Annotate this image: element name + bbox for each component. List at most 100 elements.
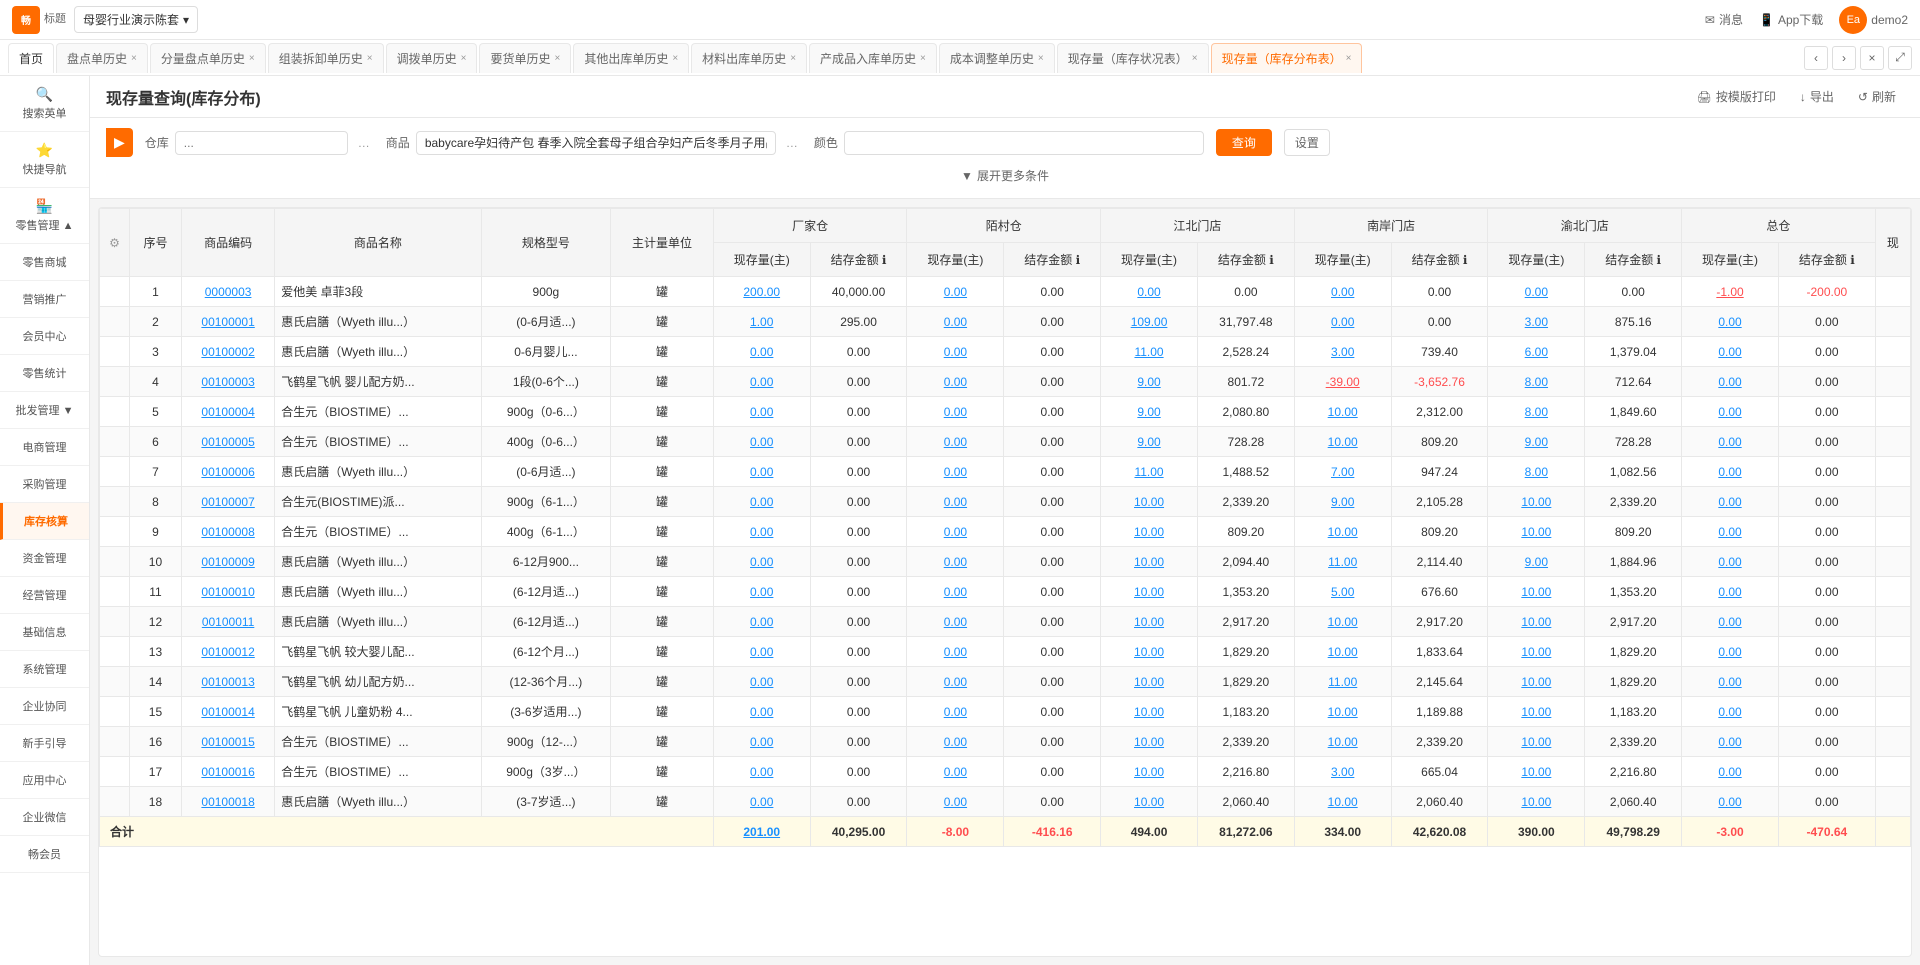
row-mucun-cur[interactable]: 0.00 (907, 457, 1004, 487)
sidebar-item-purchase[interactable]: 采购管理 (0, 466, 89, 503)
row-code[interactable]: 00100013 (181, 667, 274, 697)
tab-prev-btn[interactable]: ‹ (1804, 46, 1828, 70)
row-jiangbei-cur[interactable]: 9.00 (1101, 397, 1198, 427)
row-changjia-cur[interactable]: 0.00 (713, 367, 810, 397)
row-jiangbei-cur[interactable]: 9.00 (1101, 427, 1198, 457)
row-nanan-cur[interactable]: 10.00 (1294, 397, 1391, 427)
row-jiangbei-cur[interactable]: 10.00 (1101, 517, 1198, 547)
sidebar-item-operation[interactable]: 经营管理 (0, 577, 89, 614)
close-icon[interactable]: × (1192, 53, 1198, 64)
row-changjia-cur[interactable]: 0.00 (713, 667, 810, 697)
row-yubei-cur[interactable]: 3.00 (1488, 307, 1585, 337)
row-changjia-cur[interactable]: 0.00 (713, 517, 810, 547)
row-code[interactable]: 00100002 (181, 337, 274, 367)
tab-cost-adjust[interactable]: 成本调整单历史 × (939, 43, 1055, 73)
row-zong-cur[interactable]: 0.00 (1682, 637, 1779, 667)
print-btn[interactable]: 🖨 按模版打印 (1689, 84, 1784, 109)
row-yubei-cur[interactable]: 10.00 (1488, 697, 1585, 727)
refresh-btn[interactable]: ↺ 刷新 (1850, 84, 1904, 109)
row-code[interactable]: 0000003 (181, 277, 274, 307)
row-changjia-cur[interactable]: 0.00 (713, 727, 810, 757)
tab-home[interactable]: 首页 (8, 43, 54, 73)
row-jiangbei-cur[interactable]: 11.00 (1101, 457, 1198, 487)
sidebar-item-enterprise[interactable]: 企业协同 (0, 688, 89, 725)
row-mucun-cur[interactable]: 0.00 (907, 607, 1004, 637)
warehouse-input[interactable] (175, 131, 348, 155)
row-yubei-cur[interactable]: 10.00 (1488, 757, 1585, 787)
row-nanan-cur[interactable]: 3.00 (1294, 757, 1391, 787)
row-changjia-cur[interactable]: 0.00 (713, 757, 810, 787)
close-icon[interactable]: × (249, 53, 255, 64)
row-code[interactable]: 00100007 (181, 487, 274, 517)
close-icon[interactable]: × (672, 53, 678, 64)
row-code[interactable]: 00100008 (181, 517, 274, 547)
export-btn[interactable]: ↓ 导出 (1792, 84, 1842, 109)
row-yubei-cur[interactable]: 10.00 (1488, 607, 1585, 637)
row-yubei-cur[interactable]: 8.00 (1488, 367, 1585, 397)
row-mucun-cur[interactable]: 0.00 (907, 697, 1004, 727)
row-code[interactable]: 00100015 (181, 727, 274, 757)
row-nanan-cur[interactable]: 7.00 (1294, 457, 1391, 487)
tab-requisition[interactable]: 要货单历史 × (479, 43, 571, 73)
close-icon[interactable]: × (131, 53, 137, 64)
row-yubei-cur[interactable]: 9.00 (1488, 547, 1585, 577)
tab-material-out[interactable]: 材料出库单历史 × (691, 43, 807, 73)
row-zong-cur[interactable]: 0.00 (1682, 667, 1779, 697)
sidebar-item-ecommerce[interactable]: 电商管理 (0, 429, 89, 466)
row-yubei-cur[interactable]: 10.00 (1488, 727, 1585, 757)
row-jiangbei-cur[interactable]: 10.00 (1101, 727, 1198, 757)
row-nanan-cur[interactable]: 9.00 (1294, 487, 1391, 517)
row-changjia-cur[interactable]: 200.00 (713, 277, 810, 307)
tab-other-out[interactable]: 其他出库单历史 × (573, 43, 689, 73)
row-jiangbei-cur[interactable]: 10.00 (1101, 667, 1198, 697)
row-changjia-cur[interactable]: 0.00 (713, 487, 810, 517)
row-code[interactable]: 00100016 (181, 757, 274, 787)
close-icon[interactable]: × (1346, 53, 1352, 64)
row-changjia-cur[interactable]: 1.00 (713, 307, 810, 337)
tab-expand-btn[interactable]: ⤢ (1888, 46, 1912, 70)
row-yubei-cur[interactable]: 10.00 (1488, 487, 1585, 517)
sidebar-item-retail-stats[interactable]: 零售统计 (0, 355, 89, 392)
row-zong-cur[interactable]: 0.00 (1682, 427, 1779, 457)
row-yubei-cur[interactable]: 10.00 (1488, 637, 1585, 667)
row-jiangbei-cur[interactable]: 0.00 (1101, 277, 1198, 307)
row-changjia-cur[interactable]: 0.00 (713, 337, 810, 367)
row-code[interactable]: 00100003 (181, 367, 274, 397)
row-mucun-cur[interactable]: 0.00 (907, 577, 1004, 607)
row-nanan-cur[interactable]: 11.00 (1294, 547, 1391, 577)
row-mucun-cur[interactable]: 0.00 (907, 337, 1004, 367)
row-mucun-cur[interactable]: 0.00 (907, 787, 1004, 817)
row-zong-cur[interactable]: 0.00 (1682, 397, 1779, 427)
row-mucun-cur[interactable]: 0.00 (907, 637, 1004, 667)
sidebar-item-vip[interactable]: 畅会员 (0, 836, 89, 873)
row-nanan-cur[interactable]: 10.00 (1294, 517, 1391, 547)
sidebar-item-search[interactable]: 🔍 搜索英单 (0, 76, 89, 132)
sidebar-item-appcenter[interactable]: 应用中心 (0, 762, 89, 799)
row-nanan-cur[interactable]: 0.00 (1294, 277, 1391, 307)
row-code[interactable]: 00100010 (181, 577, 274, 607)
close-icon[interactable]: × (790, 53, 796, 64)
row-mucun-cur[interactable]: 0.00 (907, 517, 1004, 547)
col-settings[interactable]: ⚙ (100, 209, 130, 277)
filter-expand-btn[interactable]: ▶ (106, 128, 133, 157)
row-nanan-cur[interactable]: 11.00 (1294, 667, 1391, 697)
row-changjia-cur[interactable]: 0.00 (713, 697, 810, 727)
row-changjia-cur[interactable]: 0.00 (713, 457, 810, 487)
row-jiangbei-cur[interactable]: 10.00 (1101, 487, 1198, 517)
row-changjia-cur[interactable]: 0.00 (713, 607, 810, 637)
row-mucun-cur[interactable]: 0.00 (907, 397, 1004, 427)
tab-product-in[interactable]: 产成品入库单历史 × (809, 43, 937, 73)
setting-button[interactable]: 设置 (1284, 129, 1330, 156)
row-yubei-cur[interactable]: 10.00 (1488, 787, 1585, 817)
message-btn[interactable]: ✉ 消息 (1705, 11, 1743, 28)
row-mucun-cur[interactable]: 0.00 (907, 367, 1004, 397)
row-changjia-cur[interactable]: 0.00 (713, 577, 810, 607)
row-code[interactable]: 00100011 (181, 607, 274, 637)
row-zong-cur[interactable]: -1.00 (1682, 277, 1779, 307)
row-zong-cur[interactable]: 0.00 (1682, 457, 1779, 487)
user-area[interactable]: Ea demo2 (1839, 6, 1908, 34)
sidebar-item-basic[interactable]: 基础信息 (0, 614, 89, 651)
row-jiangbei-cur[interactable]: 10.00 (1101, 577, 1198, 607)
row-code[interactable]: 00100006 (181, 457, 274, 487)
row-zong-cur[interactable]: 0.00 (1682, 787, 1779, 817)
